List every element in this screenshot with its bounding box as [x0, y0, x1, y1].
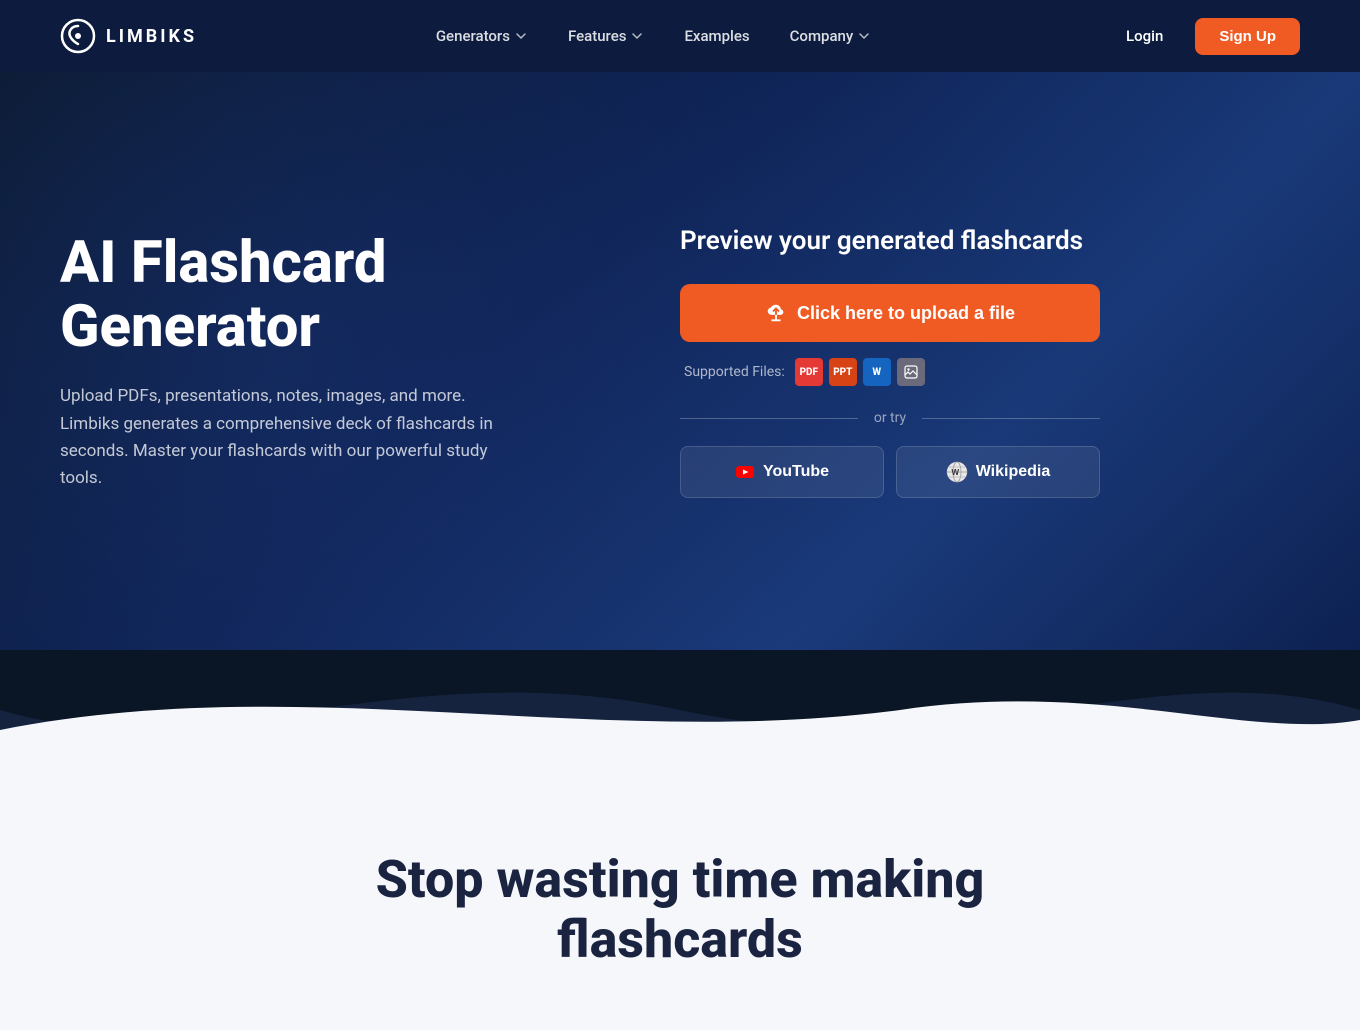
- wave-divider: [0, 650, 1360, 770]
- navbar: LIMBIKS Generators Features Examples Com…: [0, 0, 1360, 72]
- hero-right: Preview your generated flashcards Click …: [620, 226, 1300, 498]
- youtube-icon: [735, 462, 755, 482]
- chevron-down-icon: [857, 29, 871, 43]
- preview-title: Preview your generated flashcards: [680, 226, 1083, 256]
- upload-button[interactable]: Click here to upload a file: [680, 284, 1100, 342]
- hero-description: Upload PDFs, presentations, notes, image…: [60, 383, 520, 492]
- hero-section: AI Flashcard Generator Upload PDFs, pres…: [0, 72, 1360, 652]
- youtube-button[interactable]: YouTube: [680, 446, 884, 498]
- wikipedia-button[interactable]: W Wikipedia: [896, 446, 1100, 498]
- nav-actions: Login Sign Up: [1110, 18, 1300, 55]
- divider-line-left: [680, 418, 858, 419]
- divider: or try: [680, 410, 1100, 426]
- logo-icon: [60, 18, 96, 54]
- bottom-section: Stop wasting time making flashcards: [0, 770, 1360, 1030]
- hero-title: AI Flashcard Generator: [60, 232, 620, 360]
- brand-name: LIMBIKS: [106, 26, 197, 47]
- try-buttons: YouTube W Wikipedia: [680, 446, 1100, 498]
- img-icon: [897, 358, 925, 386]
- nav-generators[interactable]: Generators: [420, 19, 544, 53]
- hero-left: AI Flashcard Generator Upload PDFs, pres…: [60, 232, 620, 492]
- logo[interactable]: LIMBIKS: [60, 18, 197, 54]
- nav-examples[interactable]: Examples: [668, 19, 765, 53]
- nav-links: Generators Features Examples Company: [420, 19, 887, 53]
- supported-files: Supported Files: PDF PPT W: [680, 358, 1100, 386]
- nav-company[interactable]: Company: [774, 19, 888, 53]
- pdf-icon: PDF: [795, 358, 823, 386]
- chevron-down-icon: [630, 29, 644, 43]
- divider-text: or try: [874, 410, 906, 426]
- file-icons: PDF PPT W: [795, 358, 925, 386]
- upload-icon: [765, 302, 787, 324]
- divider-line-right: [922, 418, 1100, 419]
- svg-text:W: W: [951, 468, 959, 477]
- chevron-down-icon: [514, 29, 528, 43]
- signup-button[interactable]: Sign Up: [1195, 18, 1300, 55]
- ppt-icon: PPT: [829, 358, 857, 386]
- nav-features[interactable]: Features: [552, 19, 660, 53]
- wikipedia-icon: W: [946, 461, 968, 483]
- bottom-title: Stop wasting time making flashcards: [60, 850, 1300, 970]
- login-button[interactable]: Login: [1110, 19, 1179, 53]
- word-icon: W: [863, 358, 891, 386]
